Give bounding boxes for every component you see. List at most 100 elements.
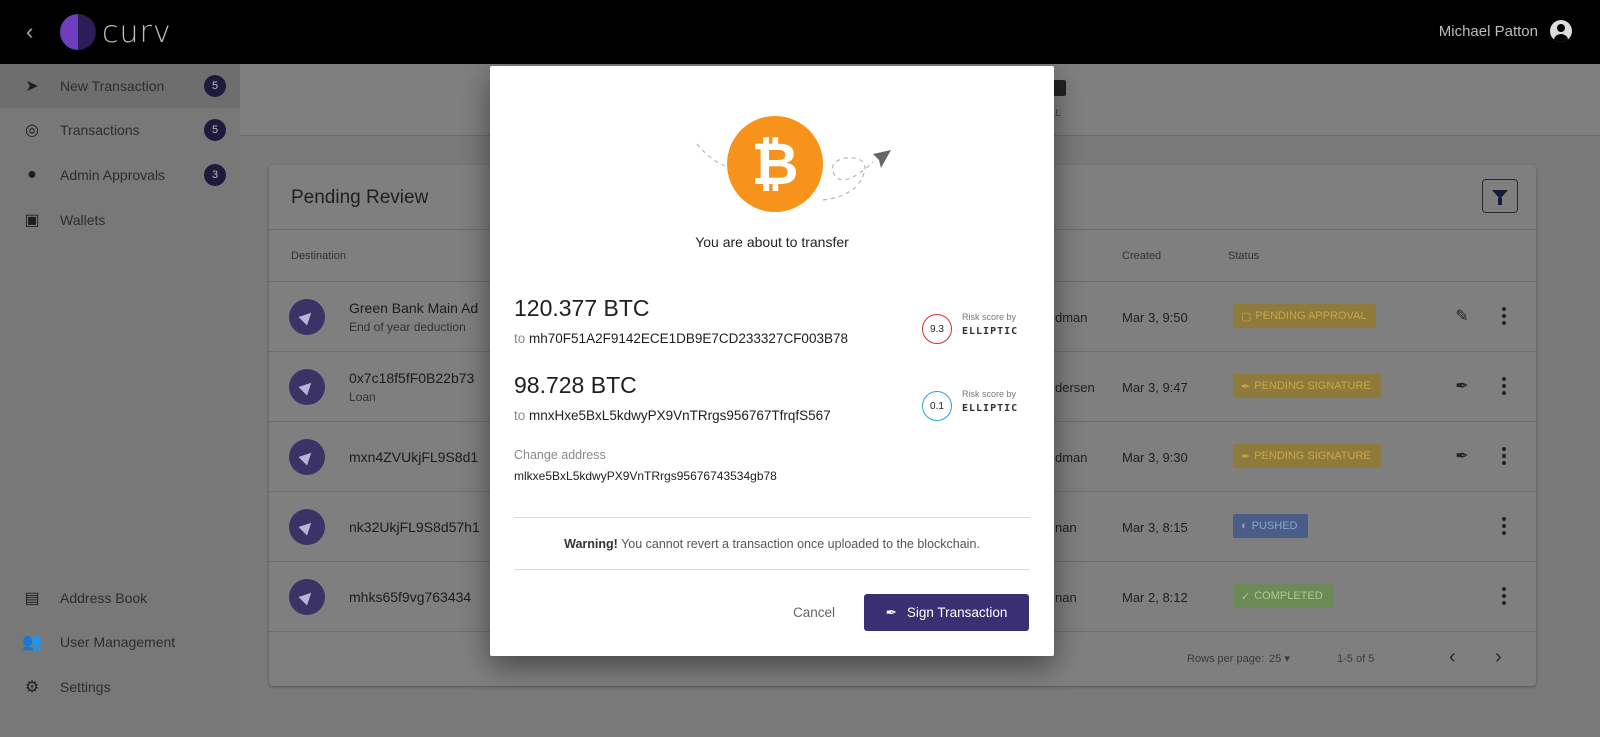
logo-text: curv <box>102 14 172 50</box>
status-label: PENDING SIGNATURE <box>1254 450 1371 462</box>
card-title: Pending Review <box>291 187 429 208</box>
sidebar-item-label: Transactions <box>60 122 140 138</box>
risk-by-label: Risk score by <box>962 389 1017 399</box>
sidebar-item-label: New Transaction <box>60 78 165 94</box>
more-vert-icon[interactable] <box>1498 584 1510 608</box>
sidebar-item-admin-approvals[interactable]: ● Admin Approvals 3 <box>0 153 240 197</box>
gear-icon: ⚙ <box>24 679 40 696</box>
transfer-destination: to mnxHxe5BxL5kdwyPX9VnTRrgs956767TfrqfS… <box>514 408 831 423</box>
change-address-label: Change address <box>514 448 606 462</box>
row-created: Mar 3, 9:50 <box>1122 310 1188 325</box>
sidebar-item-new-transaction[interactable]: ➤ New Transaction 5 <box>0 64 240 108</box>
sign-transaction-button[interactable]: ✒ Sign Transaction <box>864 594 1029 631</box>
user-menu[interactable]: Michael Patton <box>1439 20 1572 42</box>
address-book-icon: ▤ <box>24 590 40 607</box>
warning-label: Warning! <box>564 537 618 551</box>
row-destination: 0x7c18f5fF0B22b73 <box>349 370 475 386</box>
sidebar: ➤ New Transaction 5 ◎ Transactions 5 ● A… <box>0 64 240 737</box>
row-created: Mar 3, 9:47 <box>1122 380 1188 395</box>
more-vert-icon[interactable] <box>1498 514 1510 538</box>
more-vert-icon[interactable] <box>1498 444 1510 468</box>
chevron-right-icon[interactable]: › <box>1495 646 1502 669</box>
paper-plane-icon <box>298 378 316 396</box>
status-badge: ✒ PENDING SIGNATURE <box>1233 444 1381 468</box>
row-created-by: nan <box>1055 520 1077 535</box>
transaction-avatar <box>289 579 325 615</box>
send-icon: ➤ <box>25 78 39 95</box>
warning-text: You cannot revert a transaction once upl… <box>621 537 980 551</box>
sidebar-item-transactions[interactable]: ◎ Transactions 5 <box>0 108 240 152</box>
more-vert-icon[interactable] <box>1498 374 1510 398</box>
wallet-icon: ▣ <box>24 212 40 229</box>
row-description: Loan <box>349 390 376 404</box>
row-description: End of year deduction <box>349 320 466 334</box>
sidebar-item-address-book[interactable]: ▤ Address Book <box>0 576 240 620</box>
logo[interactable]: curv <box>60 14 172 50</box>
sign-transaction-dialog: ₿ You are about to transfer 120.377 BTC … <box>490 66 1054 656</box>
sidebar-item-label: User Management <box>60 634 176 650</box>
paper-plane-icon <box>298 588 316 606</box>
row-created-by: dman <box>1055 310 1088 325</box>
warning-message: Warning! You cannot revert a transaction… <box>490 537 1054 551</box>
transactions-icon: ◎ <box>25 122 39 139</box>
logo-mark-icon <box>60 14 96 50</box>
rows-per-page-value: 25 <box>1269 653 1282 665</box>
more-vert-icon[interactable] <box>1498 304 1510 328</box>
row-created-by: nan <box>1055 590 1077 605</box>
count-badge: 5 <box>204 119 226 141</box>
column-header-created[interactable]: Created <box>1122 250 1161 262</box>
approval-icon: ▢ <box>1241 310 1252 323</box>
paper-plane-icon <box>298 448 316 466</box>
risk-score: 9.3 Risk score by ELLIPTIC <box>922 312 1032 348</box>
chevron-left-icon[interactable]: ‹ <box>1449 646 1456 669</box>
pushed-icon: ◐ <box>1241 520 1248 532</box>
row-destination: nk32UkjFL9S8d57h1 <box>349 519 480 535</box>
dropdown-arrow-icon: ▾ <box>1284 653 1290 665</box>
column-header-status[interactable]: Status <box>1228 250 1259 262</box>
transaction-avatar <box>289 299 325 335</box>
sign-pen-icon[interactable]: ✒ <box>1452 376 1472 396</box>
sidebar-item-label: Address Book <box>60 590 148 606</box>
rows-per-page-label: Rows per page: <box>1187 653 1265 665</box>
transfer-amount: 98.728 BTC <box>514 372 637 398</box>
sidebar-item-wallets[interactable]: ▣ Wallets <box>0 198 240 242</box>
transfer-amount: 120.377 BTC <box>514 295 650 321</box>
row-created: Mar 3, 9:30 <box>1122 450 1188 465</box>
risk-score-value: 9.3 <box>922 314 952 344</box>
row-created-by: dersen <box>1055 380 1095 395</box>
users-icon: 👥 <box>22 634 42 651</box>
row-destination: mhks65f9vg763434 <box>349 589 472 605</box>
row-created: Mar 3, 8:15 <box>1122 520 1188 535</box>
sidebar-item-user-management[interactable]: 👥 User Management <box>0 620 240 664</box>
sidebar-item-label: Wallets <box>60 212 106 228</box>
sign-pen-icon[interactable]: ✒ <box>1452 446 1472 466</box>
transfer-destination: to mh70F51A2F9142ECE1DB9E7CD233327CF003B… <box>514 331 848 346</box>
destination-address: mh70F51A2F9142ECE1DB9E7CD233327CF003B78 <box>529 331 848 346</box>
status-label: PUSHED <box>1251 520 1298 532</box>
to-prefix: to <box>514 408 526 423</box>
sidebar-item-settings[interactable]: ⚙ Settings <box>0 665 240 709</box>
elliptic-logo: ELLIPTIC <box>962 403 1019 414</box>
sign-button-label: Sign Transaction <box>906 605 1008 620</box>
back-chevron-icon[interactable]: ‹ <box>26 19 44 45</box>
filter-button[interactable] <box>1482 179 1518 213</box>
change-address: mlkxe5BxL5kdwyPX9VnTRrgs95676743534gb78 <box>514 469 777 483</box>
rows-per-page-select[interactable]: 25 ▾ <box>1269 652 1290 665</box>
filter-icon <box>1492 189 1508 205</box>
cancel-button[interactable]: Cancel <box>793 605 835 620</box>
status-label: PENDING SIGNATURE <box>1254 380 1371 392</box>
approve-icon[interactable]: ✎ <box>1452 306 1472 326</box>
pagination-range: 1-5 of 5 <box>1337 653 1375 665</box>
wallet-tab-icon[interactable] <box>1052 80 1066 96</box>
divider <box>514 569 1030 570</box>
risk-score: 0.1 Risk score by ELLIPTIC <box>922 389 1032 425</box>
pen-icon: ✒ <box>885 604 897 620</box>
status-label: COMPLETED <box>1254 590 1323 602</box>
transaction-avatar <box>289 509 325 545</box>
top-bar: ‹ curv Michael Patton <box>0 0 1600 64</box>
status-label: PENDING APPROVAL <box>1255 310 1367 322</box>
column-header-destination[interactable]: Destination <box>291 250 346 262</box>
elliptic-logo: ELLIPTIC <box>962 326 1019 337</box>
row-created-by: dman <box>1055 450 1088 465</box>
pen-icon: ✒ <box>1241 380 1251 393</box>
